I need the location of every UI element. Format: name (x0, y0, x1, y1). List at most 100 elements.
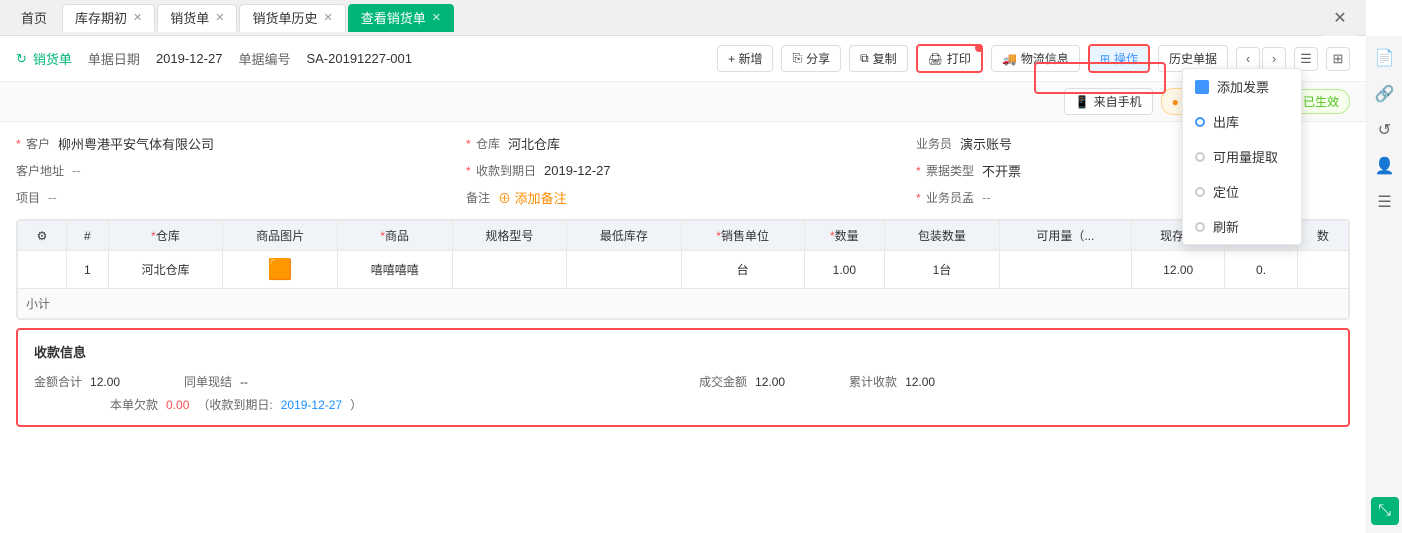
row-min-stock (567, 251, 682, 289)
window-close-button[interactable]: ✕ (1322, 0, 1358, 36)
copy-button[interactable]: ⧉ 复制 (849, 45, 908, 72)
warehouse-label: * 仓库 (466, 135, 500, 152)
customer-value[interactable]: 柳州粤港平安气体有限公司 (58, 134, 214, 153)
tab-inventory[interactable]: 库存期初 ✕ (62, 4, 155, 32)
col-no: # (66, 221, 108, 251)
operate-grid-icon: ⊞ (1100, 52, 1110, 66)
salesman-label: * 业务员孟 (916, 189, 974, 206)
tab-view[interactable]: 查看销货单 ✕ (348, 4, 454, 32)
outbound-icon (1195, 117, 1205, 127)
address-value: -- (72, 163, 81, 178)
form-section: * 客户 柳州粤港平安气体有限公司 * 仓库 河北仓库 业务员 演示账号 客户地… (0, 122, 1366, 219)
due-date-value[interactable]: 2019-12-27 (544, 163, 611, 178)
warehouse-field: * 仓库 河北仓库 (466, 134, 900, 153)
ticket-type-value[interactable]: 不开票 (982, 161, 1021, 180)
project-label: 项目 (16, 189, 40, 206)
col-available: 可用量（... (999, 221, 1131, 251)
doc-type-label: 销货单 (33, 49, 72, 68)
sidebar-user-icon[interactable]: 👤 (1371, 152, 1399, 180)
due-note-end: ） (350, 396, 362, 413)
doc-date: 2019-12-27 (156, 51, 223, 66)
remarks-field: 备注 ⊕ 添加备注 (466, 188, 900, 207)
row-price[interactable]: 0. (1225, 251, 1297, 289)
operate-button[interactable]: ⊞ 操作 (1088, 44, 1150, 73)
sidebar-list-icon[interactable]: ☰ (1371, 188, 1399, 216)
list-view-button[interactable]: ☰ (1294, 47, 1318, 71)
prev-button[interactable]: ‹ (1236, 47, 1260, 71)
add-remarks-btn[interactable]: ⊕ 添加备注 (498, 188, 567, 207)
summary-title: 收款信息 (34, 342, 1332, 361)
total-amount-row: 金额合计 12.00 同单现结 -- (34, 373, 667, 390)
sidebar-link-icon[interactable]: 🔗 (1371, 80, 1399, 108)
due-date-note: 2019-12-27 (281, 398, 342, 412)
same-order-value: -- (240, 375, 248, 389)
col-unit: *销售单位 (681, 221, 804, 251)
new-button[interactable]: + 新增 (717, 45, 773, 72)
sidebar-doc-icon[interactable]: 📄 (1371, 44, 1399, 72)
tab-history[interactable]: 销货单历史 ✕ (239, 4, 345, 32)
dropdown-locate[interactable]: 定位 (1183, 174, 1301, 209)
col-product: *商品 (337, 221, 452, 251)
locate-label: 定位 (1213, 182, 1239, 201)
row-pack-qty[interactable]: 1台 (885, 251, 1000, 289)
add-invoice-label: 添加发票 (1217, 77, 1269, 96)
col-amount: 数 (1297, 221, 1348, 251)
copy-label: 复制 (873, 50, 897, 67)
print-label: 打印 (947, 50, 971, 67)
tab-sales[interactable]: 销货单 ✕ (157, 4, 237, 32)
tab-sales-close[interactable]: ✕ (215, 11, 224, 24)
row-spec (452, 251, 567, 289)
sidebar-expand-icon[interactable]: ⤡ (1371, 497, 1399, 525)
grid-view-button[interactable]: ⊞ (1326, 47, 1350, 71)
due-date-label: * 收款到期日 (466, 162, 536, 179)
col-warehouse: *仓库 (108, 221, 223, 251)
tab-history-close[interactable]: ✕ (324, 11, 333, 24)
total-amount-label: 金额合计 (34, 373, 82, 390)
share-button[interactable]: ⎘ 分享 (781, 45, 841, 72)
tab-bar: 首页 库存期初 ✕ 销货单 ✕ 销货单历史 ✕ 查看销货单 ✕ ✕ (0, 0, 1366, 36)
logistics-button[interactable]: 🚚 物流信息 (991, 45, 1080, 72)
row-unit[interactable]: 台 (681, 251, 804, 289)
tab-home[interactable]: 首页 (8, 4, 60, 32)
address-label: 客户地址 (16, 162, 64, 179)
ticket-type-label: * 票据类型 (916, 162, 974, 179)
copy-icon: ⧉ (860, 51, 869, 66)
cumulative-label: 累计收款 (849, 373, 897, 390)
available-qty-label: 可用量提取 (1213, 147, 1278, 166)
sidebar-refresh-icon[interactable]: ↺ (1371, 116, 1399, 144)
history-label: 历史单据 (1169, 50, 1217, 67)
col-settings[interactable]: ⚙ (18, 221, 67, 251)
due-amount-label: 本单欠款 (110, 396, 158, 413)
address-field: 客户地址 -- (16, 161, 450, 180)
next-button[interactable]: › (1262, 47, 1286, 71)
operate-label: 操作 (1114, 50, 1138, 67)
row-stock: 12.00 (1131, 251, 1224, 289)
row-warehouse[interactable]: 河北仓库 (108, 251, 223, 289)
dropdown-available-qty[interactable]: 可用量提取 (1183, 139, 1301, 174)
col-image: 商品图片 (223, 221, 338, 251)
nav-arrows: ‹ › (1236, 47, 1286, 71)
dropdown-outbound[interactable]: 出库 (1183, 104, 1301, 139)
row-qty[interactable]: 1.00 (804, 251, 885, 289)
dropdown-refresh[interactable]: 刷新 (1183, 209, 1301, 244)
row-available (999, 251, 1131, 289)
from-phone-button[interactable]: 📱 来自手机 (1064, 88, 1153, 115)
row-product[interactable]: 嘻嘻嘻嘻 (337, 251, 452, 289)
phone-icon: 📱 (1075, 95, 1090, 109)
subtotal-row: 小计 (18, 289, 1349, 319)
print-button[interactable]: 🖨 打印 (916, 44, 983, 73)
due-note: （收款到期日: (197, 396, 272, 413)
warehouse-value[interactable]: 河北仓库 (508, 134, 560, 153)
transaction-row: 成交金额 12.00 累计收款 12.00 (699, 373, 1332, 390)
tab-inventory-close[interactable]: ✕ (133, 11, 142, 24)
transaction-label: 成交金额 (699, 373, 747, 390)
tab-view-close[interactable]: ✕ (432, 11, 441, 24)
row-amount (1297, 251, 1348, 289)
salesman-value: -- (982, 190, 991, 205)
share-icon: ⎘ (792, 51, 802, 66)
doc-number: SA-20191227-001 (306, 51, 412, 66)
dropdown-add-invoice[interactable]: 添加发票 (1183, 69, 1301, 104)
customer-label: * 客户 (16, 135, 50, 152)
row-settings (18, 251, 67, 289)
customer-field: * 客户 柳州粤港平安气体有限公司 (16, 134, 450, 153)
